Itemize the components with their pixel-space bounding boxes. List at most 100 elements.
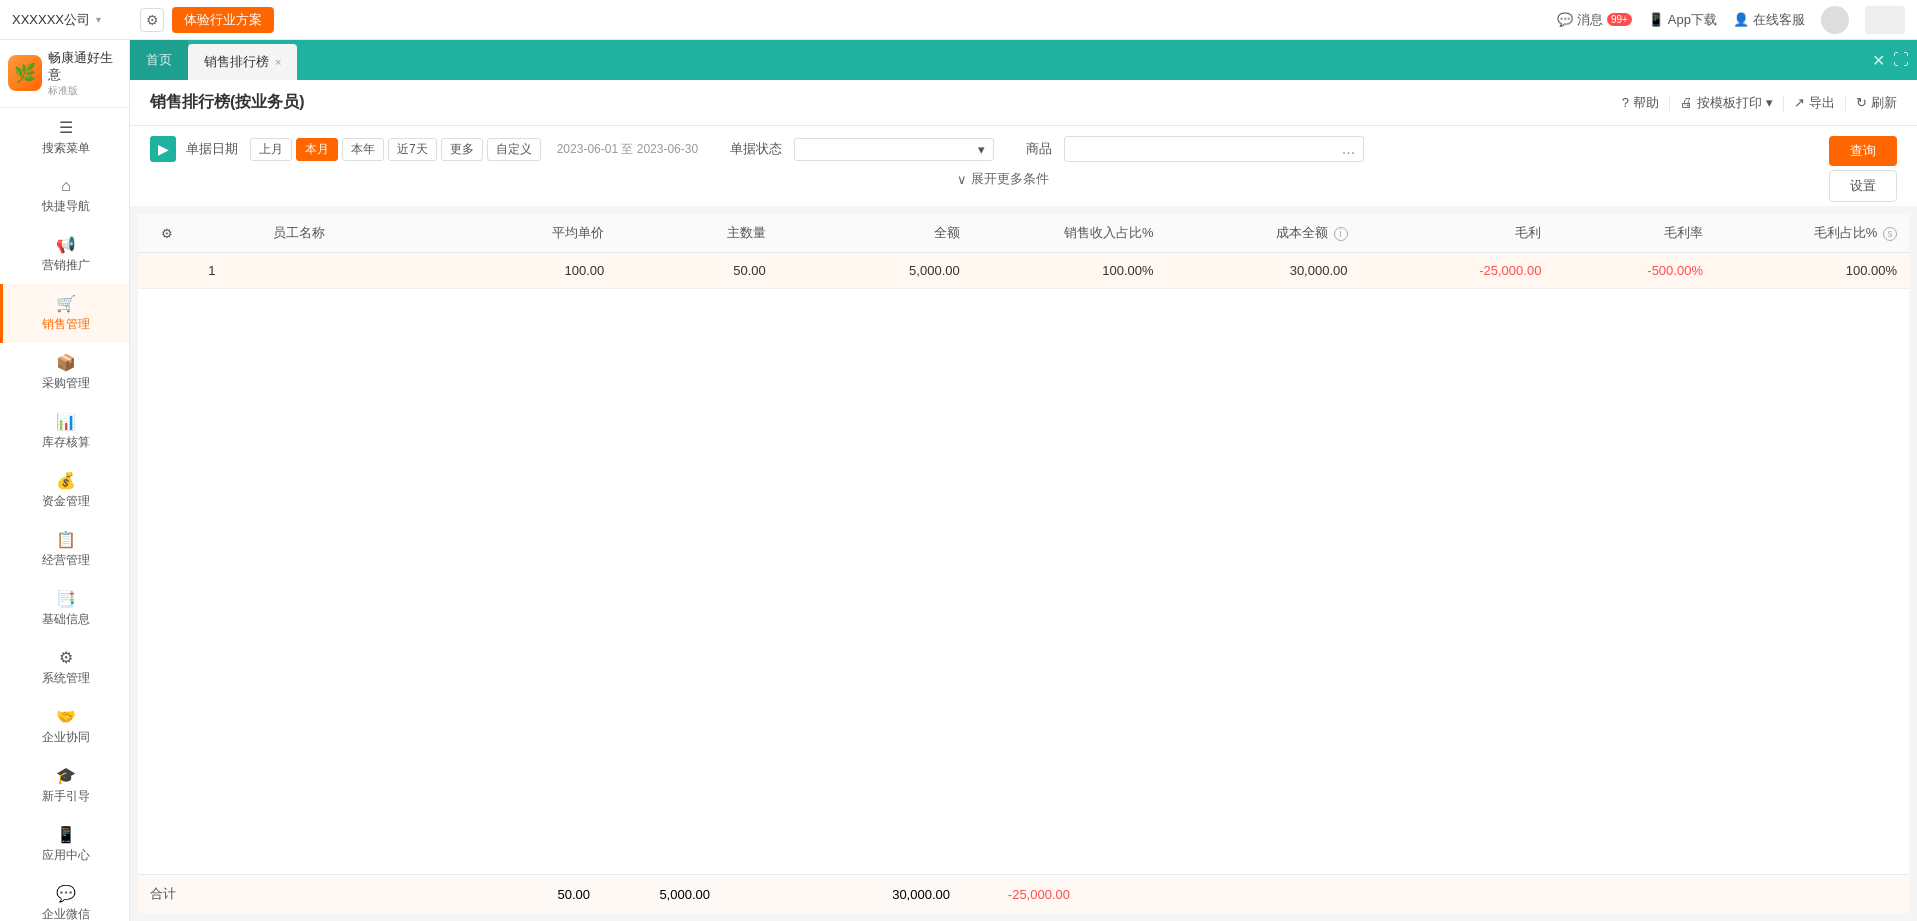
messages-button[interactable]: 💬 消息 99+ [1557,11,1632,29]
sidebar-item-label: 营销推广 [42,257,90,274]
sidebar-item-sales[interactable]: 🛒 销售管理 [0,284,129,343]
tab-bar-actions: ✕ ⛶ [1872,51,1917,70]
goods-input[interactable]: ... [1064,136,1364,162]
sidebar-item-label: 经营管理 [42,552,90,569]
sidebar-item-purchase[interactable]: 📦 采购管理 [0,343,129,402]
online-service-button[interactable]: 👤 在线客服 [1733,11,1805,29]
date-btn-this-month[interactable]: 本月 [296,138,338,161]
sales-icon: 🛒 [56,294,76,313]
sidebar-item-label: 基础信息 [42,611,90,628]
filter-arrow-button[interactable]: ▶ [150,136,176,162]
date-btn-7days[interactable]: 近7天 [388,138,437,161]
guide-icon: 🎓 [56,766,76,785]
right-buttons: 查询 设置 [1829,136,1897,202]
refresh-icon: ↻ [1856,95,1867,110]
tab-home[interactable]: 首页 [130,40,188,80]
export-icon: ↗ [1794,95,1805,110]
sidebar-item-label: 销售管理 [42,316,90,333]
row-settings-icon [138,253,196,289]
gross-pct-info-icon[interactable]: s [1883,227,1897,241]
user-name-area[interactable] [1865,6,1905,34]
wechat-icon: 💬 [56,884,76,903]
tab-maximize-icon[interactable]: ⛶ [1893,51,1909,69]
goods-dots-icon[interactable]: ... [1342,140,1355,158]
sidebar-item-cooperation[interactable]: 🤝 企业协同 [0,697,129,756]
status-select[interactable]: ▾ [794,138,994,161]
sidebar-item-finance[interactable]: 💰 资金管理 [0,461,129,520]
footer-gross: -25,000.00 [950,887,1070,902]
top-bar: XXXXXX公司 ▾ ⚙ 体验行业方案 💬 消息 99+ 📱 App下载 👤 在… [0,0,1917,40]
content-area: 首页 销售排行榜 × ✕ ⛶ 销售排行榜(按业务员) ? 帮助 [130,40,1917,921]
sidebar-item-label: 新手引导 [42,788,90,805]
footer-label: 合计 [150,885,230,903]
sidebar-item-guide[interactable]: 🎓 新手引导 [0,756,129,815]
divider [1783,95,1784,111]
row-gross: -25,000.00 [1360,253,1554,289]
row-cost: 30,000.00 [1166,253,1360,289]
print-icon: 🖨 [1680,95,1693,110]
expand-row: ∨ 展开更多条件 [186,170,1819,188]
date-label: 单据日期 [186,140,238,158]
date-btn-custom[interactable]: 自定义 [487,138,541,161]
sidebar-item-search-order[interactable]: ☰ 搜索菜单 [0,108,129,167]
row-margin: -500.00% [1553,253,1715,289]
home-tab-label: 首页 [146,51,172,69]
help-icon: ? [1622,95,1629,110]
tab-sales-ranking[interactable]: 销售排行榜 × [188,44,297,80]
table-header-row: ⚙ 员工名称 平均单价 主数量 [138,214,1909,253]
company-name: XXXXXX公司 [12,11,90,29]
col-total: 全额 [778,214,972,253]
basic-info-icon: 📑 [56,589,76,608]
goods-label: 商品 [1026,140,1052,158]
export-button[interactable]: ↗ 导出 [1794,94,1835,112]
col-sales-pct: 销售收入占比% [972,214,1166,253]
sidebar-item-label: 应用中心 [42,847,90,864]
col-cost: 成本全额 i [1166,214,1360,253]
industry-button[interactable]: 体验行业方案 [172,7,274,33]
search-order-icon: ☰ [59,118,73,137]
template-print-button[interactable]: 🖨 按模板打印 ▾ [1680,94,1773,112]
expand-button[interactable]: ∨ 展开更多条件 [957,170,1049,188]
sidebar-item-appstore[interactable]: 📱 应用中心 [0,815,129,874]
page-actions: ? 帮助 🖨 按模板打印 ▾ ↗ 导出 [1622,94,1897,112]
logo-text: 畅康通好生意 标准版 [48,50,121,97]
date-btn-more[interactable]: 更多 [441,138,483,161]
avatar[interactable] [1821,6,1849,34]
cost-info-icon[interactable]: i [1334,227,1348,241]
status-chevron-icon: ▾ [978,142,985,157]
tab-close-window-icon[interactable]: ✕ [1872,51,1885,70]
col-settings-icon[interactable]: ⚙ [161,226,173,241]
sidebar-item-label: 企业协同 [42,729,90,746]
footer-qty: 50.00 [490,887,590,902]
settings-icon[interactable]: ⚙ [140,8,164,32]
row-avg-price: 100.00 [455,253,617,289]
date-btn-this-year[interactable]: 本年 [342,138,384,161]
refresh-button[interactable]: ↻ 刷新 [1856,94,1897,112]
finance-icon: 💰 [56,471,76,490]
sidebar-item-marketing[interactable]: 📢 营销推广 [0,225,129,284]
tab-close-icon[interactable]: × [275,56,281,68]
operations-icon: 📋 [56,530,76,549]
filter-fields: 单据日期 上月 本月 本年 近7天 更多 自定义 2023-06-01 至 20… [186,136,1819,188]
sidebar-item-basic-info[interactable]: 📑 基础信息 [0,579,129,638]
sidebar-item-system[interactable]: ⚙ 系统管理 [0,638,129,697]
date-btn-last-month[interactable]: 上月 [250,138,292,161]
col-gross-pct: 毛利占比% s [1715,214,1909,253]
sidebar-item-label: 搜索菜单 [42,140,90,157]
query-button[interactable]: 查询 [1829,136,1897,166]
sidebar: 🌿 畅康通好生意 标准版 ☰ 搜索菜单 ⌂ 快捷导航 📢 营销推广 🛒 销售管理… [0,40,130,921]
sidebar-item-inventory[interactable]: 📊 库存核算 [0,402,129,461]
col-settings: ⚙ [138,214,196,253]
message-icon: 💬 [1557,12,1573,27]
date-buttons: 上月 本月 本年 近7天 更多 自定义 [250,138,541,161]
filter-row-1: 单据日期 上月 本月 本年 近7天 更多 自定义 2023-06-01 至 20… [186,136,1819,162]
sidebar-item-operations[interactable]: 📋 经营管理 [0,520,129,579]
help-button[interactable]: ? 帮助 [1622,94,1659,112]
sidebar-item-wechat[interactable]: 💬 企业微信 [0,874,129,921]
app-download-button[interactable]: 📱 App下载 [1648,11,1717,29]
sidebar-item-quick-nav[interactable]: ⌂ 快捷导航 [0,167,129,225]
service-icon: 👤 [1733,12,1749,27]
set-button[interactable]: 设置 [1829,170,1897,202]
company-selector[interactable]: XXXXXX公司 ▾ [12,11,132,29]
col-employee-name: 员工名称 [261,214,455,253]
